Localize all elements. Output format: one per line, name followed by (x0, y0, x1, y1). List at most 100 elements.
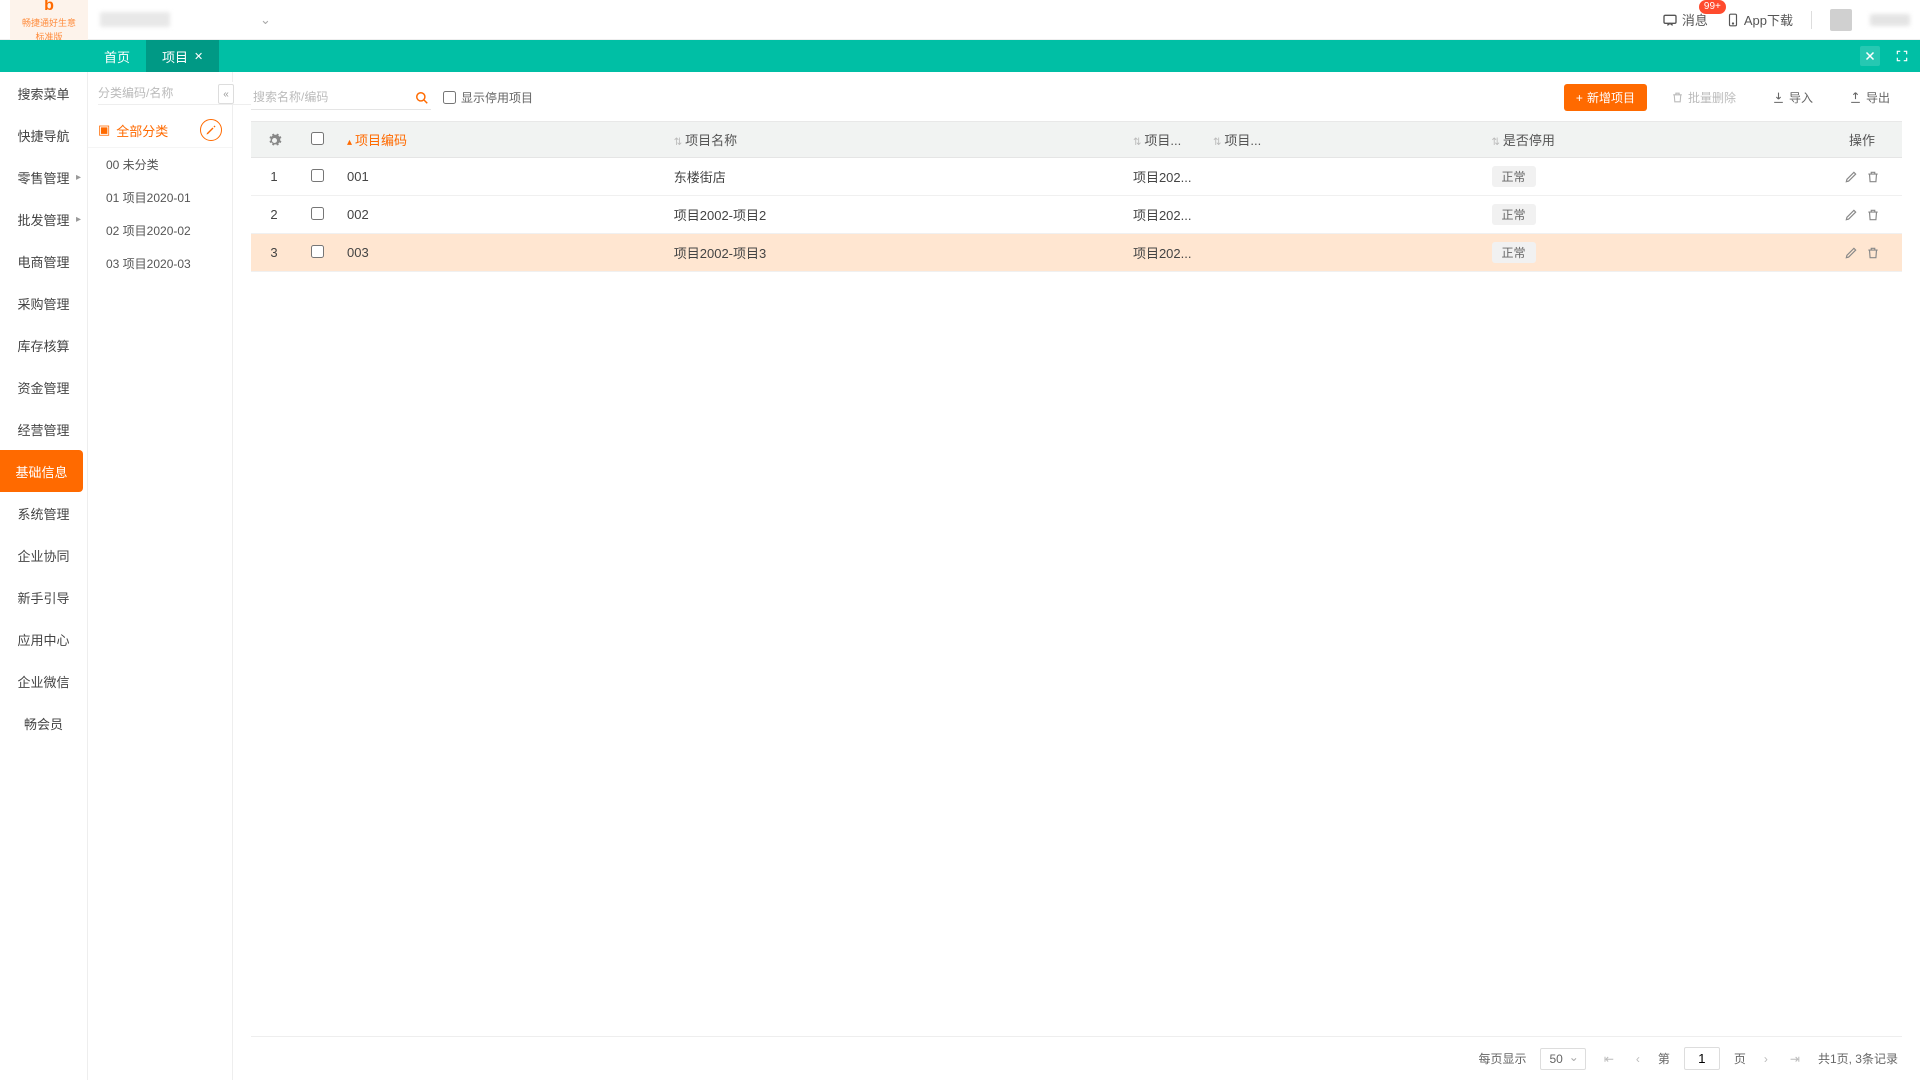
category-item-1[interactable]: 01 项目2020-01 (88, 181, 232, 214)
row-checkbox[interactable] (311, 207, 324, 220)
row-checkbox[interactable] (311, 245, 324, 258)
sidebar-item-14[interactable]: 企业微信 (0, 660, 87, 702)
sidebar-item-0[interactable]: 搜索菜单 (0, 72, 87, 114)
import-button[interactable]: 导入 (1760, 84, 1825, 111)
edit-row-button[interactable] (1844, 245, 1858, 260)
cell-code: 003 (337, 234, 664, 272)
plus-icon: + (1576, 91, 1583, 105)
code-column-header[interactable]: ▴项目编码 (337, 122, 664, 158)
category-item-2[interactable]: 02 项目2020-02 (88, 214, 232, 247)
sidebar-item-13[interactable]: 应用中心 (0, 618, 87, 660)
sidebar-item-6[interactable]: 库存核算 (0, 324, 87, 366)
name-column-header[interactable]: ⇅项目名称 (664, 122, 1123, 158)
cat1-column-header[interactable]: ⇅项目... (1123, 122, 1203, 158)
trash-icon (1671, 91, 1684, 104)
tab-label: 项目 (162, 47, 188, 66)
close-tab-button[interactable] (1860, 46, 1880, 66)
brand-logo-area[interactable]: b 畅捷通好生意 标准版 (10, 0, 88, 40)
next-page-button[interactable]: › (1760, 1052, 1772, 1066)
caret-right-icon: ▸ (76, 214, 81, 225)
pagination-summary: 共1页, 3条记录 (1818, 1050, 1898, 1067)
search-input[interactable] (251, 85, 431, 110)
cell-name: 项目2002-项目2 (664, 196, 1123, 234)
edit-row-button[interactable] (1844, 207, 1858, 222)
edit-row-button[interactable] (1844, 169, 1858, 184)
batch-delete-button[interactable]: 批量删除 (1659, 84, 1748, 111)
row-index: 1 (251, 158, 297, 196)
delete-row-button[interactable] (1866, 207, 1880, 222)
import-icon (1772, 91, 1785, 104)
pencil-icon (205, 124, 217, 136)
avatar[interactable] (1830, 9, 1852, 31)
prev-page-button[interactable]: ‹ (1632, 1052, 1644, 1066)
sidebar-item-1[interactable]: 快捷导航 (0, 114, 87, 156)
cat2-column-header[interactable]: ⇅项目... (1203, 122, 1482, 158)
toolbar: 显示停用项目 + 新增项目 批量删除 导入 导出 (251, 84, 1902, 111)
show-disabled-input[interactable] (443, 91, 456, 104)
sidebar-item-2[interactable]: 零售管理▸ (0, 156, 87, 198)
tab-label: 首页 (104, 47, 130, 66)
company-name-masked (100, 12, 170, 27)
sidebar-item-8[interactable]: 经营管理 (0, 408, 87, 450)
select-all-checkbox[interactable] (311, 132, 324, 145)
company-selector[interactable]: ⌄ (100, 12, 271, 28)
cell-cat1: 项目202... (1123, 196, 1203, 234)
sidebar-nav: 搜索菜单快捷导航零售管理▸批发管理▸电商管理采购管理库存核算资金管理经营管理基础… (0, 72, 88, 1080)
sidebar-item-9[interactable]: 基础信息 (0, 450, 83, 492)
close-icon[interactable]: ✕ (194, 50, 203, 63)
collapse-panel-button[interactable]: « (218, 84, 234, 104)
phone-icon (1726, 13, 1740, 27)
caret-right-icon: ▸ (76, 172, 81, 183)
page-suffix: 页 (1734, 1050, 1746, 1067)
pencil-icon (1844, 170, 1858, 184)
app-download-button[interactable]: App下载 (1726, 10, 1793, 29)
close-icon (1864, 50, 1876, 62)
first-page-button[interactable]: ⇤ (1600, 1052, 1618, 1066)
sidebar-item-12[interactable]: 新手引导 (0, 576, 87, 618)
tab-0[interactable]: 首页 (88, 40, 146, 72)
cell-cat2 (1203, 158, 1482, 196)
category-item-3[interactable]: 03 项目2020-03 (88, 247, 232, 280)
page-input[interactable] (1684, 1047, 1720, 1070)
sidebar-item-label: 库存核算 (17, 336, 69, 355)
category-all-label: 全部分类 (116, 121, 194, 140)
category-all-row[interactable]: ▣ 全部分类 (88, 113, 232, 148)
cell-code: 001 (337, 158, 664, 196)
last-page-button[interactable]: ⇥ (1786, 1052, 1804, 1066)
sidebar-item-15[interactable]: 畅会员 (0, 702, 87, 744)
brand-slogan: 畅捷通好生意 (22, 16, 76, 29)
sidebar-item-label: 快捷导航 (17, 126, 69, 145)
row-checkbox[interactable] (311, 169, 324, 182)
user-name-masked (1870, 14, 1910, 26)
category-item-0[interactable]: 00 未分类 (88, 148, 232, 181)
checkbox-column-header[interactable] (297, 122, 337, 158)
disabled-column-header[interactable]: ⇅是否停用 (1482, 122, 1823, 158)
brand-logo: b (44, 0, 54, 15)
search-icon[interactable] (415, 89, 429, 105)
export-button[interactable]: 导出 (1837, 84, 1902, 111)
sidebar-item-label: 新手引导 (17, 588, 69, 607)
tab-1[interactable]: 项目 ✕ (146, 40, 219, 72)
settings-column-header[interactable] (251, 122, 297, 158)
table-row[interactable]: 2002项目2002-项目2项目202...正常 (251, 196, 1902, 234)
gear-icon (267, 133, 282, 148)
sidebar-item-3[interactable]: 批发管理▸ (0, 198, 87, 240)
table-row[interactable]: 1001东楼街店项目202...正常 (251, 158, 1902, 196)
sidebar-item-7[interactable]: 资金管理 (0, 366, 87, 408)
show-disabled-checkbox[interactable]: 显示停用项目 (443, 89, 533, 106)
chevron-down-icon: ⌄ (260, 12, 271, 28)
sidebar-item-10[interactable]: 系统管理 (0, 492, 87, 534)
delete-row-button[interactable] (1866, 245, 1880, 260)
sidebar-item-label: 系统管理 (17, 504, 69, 523)
status-badge: 正常 (1492, 242, 1536, 263)
edit-category-button[interactable] (200, 119, 222, 141)
add-project-button[interactable]: + 新增项目 (1564, 84, 1647, 111)
sidebar-item-5[interactable]: 采购管理 (0, 282, 87, 324)
page-size-select[interactable]: 50 (1540, 1048, 1585, 1070)
delete-row-button[interactable] (1866, 169, 1880, 184)
table-row[interactable]: 3003项目2002-项目3项目202...正常 (251, 234, 1902, 272)
sidebar-item-4[interactable]: 电商管理 (0, 240, 87, 282)
fullscreen-button[interactable] (1892, 46, 1912, 66)
sidebar-item-11[interactable]: 企业协同 (0, 534, 87, 576)
messages-button[interactable]: 消息 99+ (1662, 10, 1708, 29)
